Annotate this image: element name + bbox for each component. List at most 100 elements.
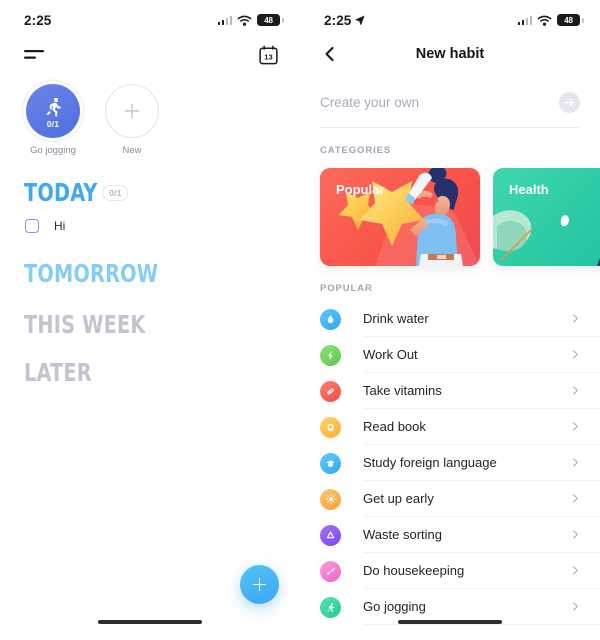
chevron-right-icon[interactable] (571, 422, 580, 431)
running-icon (320, 596, 341, 618)
popular-habit-list: Drink water Work Out Take vitamins Read … (300, 294, 600, 625)
section-header-this-week[interactable]: THIS WEEK (24, 310, 261, 339)
status-time-text: 2:25 (324, 12, 352, 28)
habit-name: Waste sorting (363, 527, 442, 542)
list-item[interactable]: Study foreign language (320, 445, 600, 481)
app-bar-left: 13 (0, 34, 300, 76)
chevron-right-icon[interactable] (571, 602, 580, 611)
list-item-content: Work Out (363, 337, 600, 373)
status-time: 2:25 (324, 12, 366, 28)
battery-level: 48 (264, 15, 273, 25)
status-bar-right: 2:25 48 (300, 0, 600, 34)
habit-fraction: 0/1 (46, 119, 60, 129)
section-title: TODAY (24, 178, 98, 207)
habit-progress-ring[interactable]: 0/1 (26, 84, 80, 138)
status-indicators: 48 (517, 14, 584, 26)
section-title: THIS WEEK (24, 310, 146, 339)
chevron-right-icon[interactable] (571, 314, 580, 323)
section-header-today[interactable]: TODAY 0/1 (24, 178, 261, 207)
create-your-own-row (320, 92, 580, 128)
plus-icon (124, 103, 140, 119)
battery-icon: 48 (557, 14, 584, 26)
chevron-right-icon[interactable] (571, 530, 580, 539)
list-item-content: Study foreign language (363, 445, 600, 481)
list-item[interactable]: Take vitamins (320, 373, 600, 409)
status-time: 2:25 (24, 13, 51, 28)
task-label: Hi (54, 219, 66, 233)
task-checkbox[interactable] (25, 219, 39, 233)
chevron-right-icon[interactable] (571, 566, 580, 575)
water-drop-icon (320, 308, 341, 330)
list-item-content: Drink water (363, 301, 600, 337)
habit-chip-label: Go jogging (30, 145, 76, 156)
task-row[interactable]: Hi (25, 219, 300, 233)
location-arrow-icon (356, 15, 366, 25)
habit-name: Do housekeeping (363, 563, 465, 578)
add-habit-circle[interactable] (105, 84, 159, 138)
status-bar-left: 2:25 48 (0, 0, 300, 34)
book-icon (320, 416, 341, 438)
sun-icon (320, 488, 341, 510)
status-indicators: 48 (217, 14, 284, 26)
list-item[interactable]: Drink water (320, 301, 600, 337)
graduation-cap-icon (320, 452, 341, 474)
home-indicator (98, 620, 202, 624)
list-item-content: Take vitamins (363, 373, 600, 409)
habit-name: Study foreign language (363, 455, 497, 470)
battery-level: 48 (564, 15, 573, 25)
habit-chip-go-jogging[interactable]: 0/1 Go jogging (23, 84, 83, 156)
habit-name: Drink water (363, 311, 429, 326)
list-item-content: Do housekeeping (363, 553, 600, 589)
battery-icon: 48 (257, 14, 284, 26)
home-indicator (398, 620, 502, 624)
chevron-right-icon[interactable] (571, 350, 580, 359)
arrow-right-icon[interactable] (559, 92, 580, 113)
habit-quick-strip: 0/1 Go jogging New (0, 76, 300, 156)
list-item[interactable]: Waste sorting (320, 517, 600, 553)
signal-bars-icon (217, 15, 232, 25)
menu-icon[interactable] (24, 49, 46, 61)
category-title: Health (509, 182, 549, 197)
categories-label: CATEGORIES (320, 145, 392, 156)
wifi-icon (237, 15, 252, 26)
habit-name: Read book (363, 419, 426, 434)
broom-icon (320, 560, 341, 582)
chevron-right-icon[interactable] (571, 386, 580, 395)
list-item-content: Waste sorting (363, 517, 600, 553)
habit-name: Go jogging (363, 599, 426, 614)
nav-bar: New habit (300, 34, 600, 74)
habit-name: Work Out (363, 347, 418, 362)
running-icon (46, 97, 61, 117)
calendar-icon[interactable]: 13 (259, 45, 278, 65)
section-header-later[interactable]: LATER (24, 358, 261, 387)
add-task-fab[interactable] (240, 565, 279, 604)
section-title: LATER (24, 358, 92, 387)
list-item[interactable]: Read book (320, 409, 600, 445)
category-card-health[interactable]: Health (493, 168, 600, 266)
habit-chip-new[interactable]: New (102, 84, 162, 156)
category-card-popular[interactable]: Popular (320, 168, 480, 266)
signal-bars-icon (517, 15, 532, 25)
list-item[interactable]: Work Out (320, 337, 600, 373)
list-item[interactable]: Do housekeeping (320, 553, 600, 589)
popular-label: POPULAR (320, 283, 373, 294)
screen-new-habit: 2:25 48 New habit Create your own CATEGO… (300, 0, 600, 640)
page-title: New habit (415, 46, 485, 62)
list-item-content: Get up early (363, 481, 600, 517)
create-habit-input[interactable] (320, 95, 520, 110)
section-header-tomorrow[interactable]: TOMORROW (24, 259, 261, 288)
svg-text:13: 13 (264, 53, 272, 62)
screen-today-list: 2:25 48 13 0/1 Go jogging New TODAY 0/1 … (0, 0, 300, 640)
habit-name: Take vitamins (363, 383, 442, 398)
category-title: Popular (336, 182, 385, 197)
lightning-bolt-icon (320, 344, 341, 366)
list-item-content: Read book (363, 409, 600, 445)
section-title: TOMORROW (24, 259, 159, 288)
chevron-right-icon[interactable] (571, 494, 580, 503)
dual-screen-container: 2:25 48 13 0/1 Go jogging New TODAY 0/1 … (0, 0, 600, 640)
wifi-icon (537, 15, 552, 26)
chevron-right-icon[interactable] (571, 458, 580, 467)
list-item[interactable]: Get up early (320, 481, 600, 517)
